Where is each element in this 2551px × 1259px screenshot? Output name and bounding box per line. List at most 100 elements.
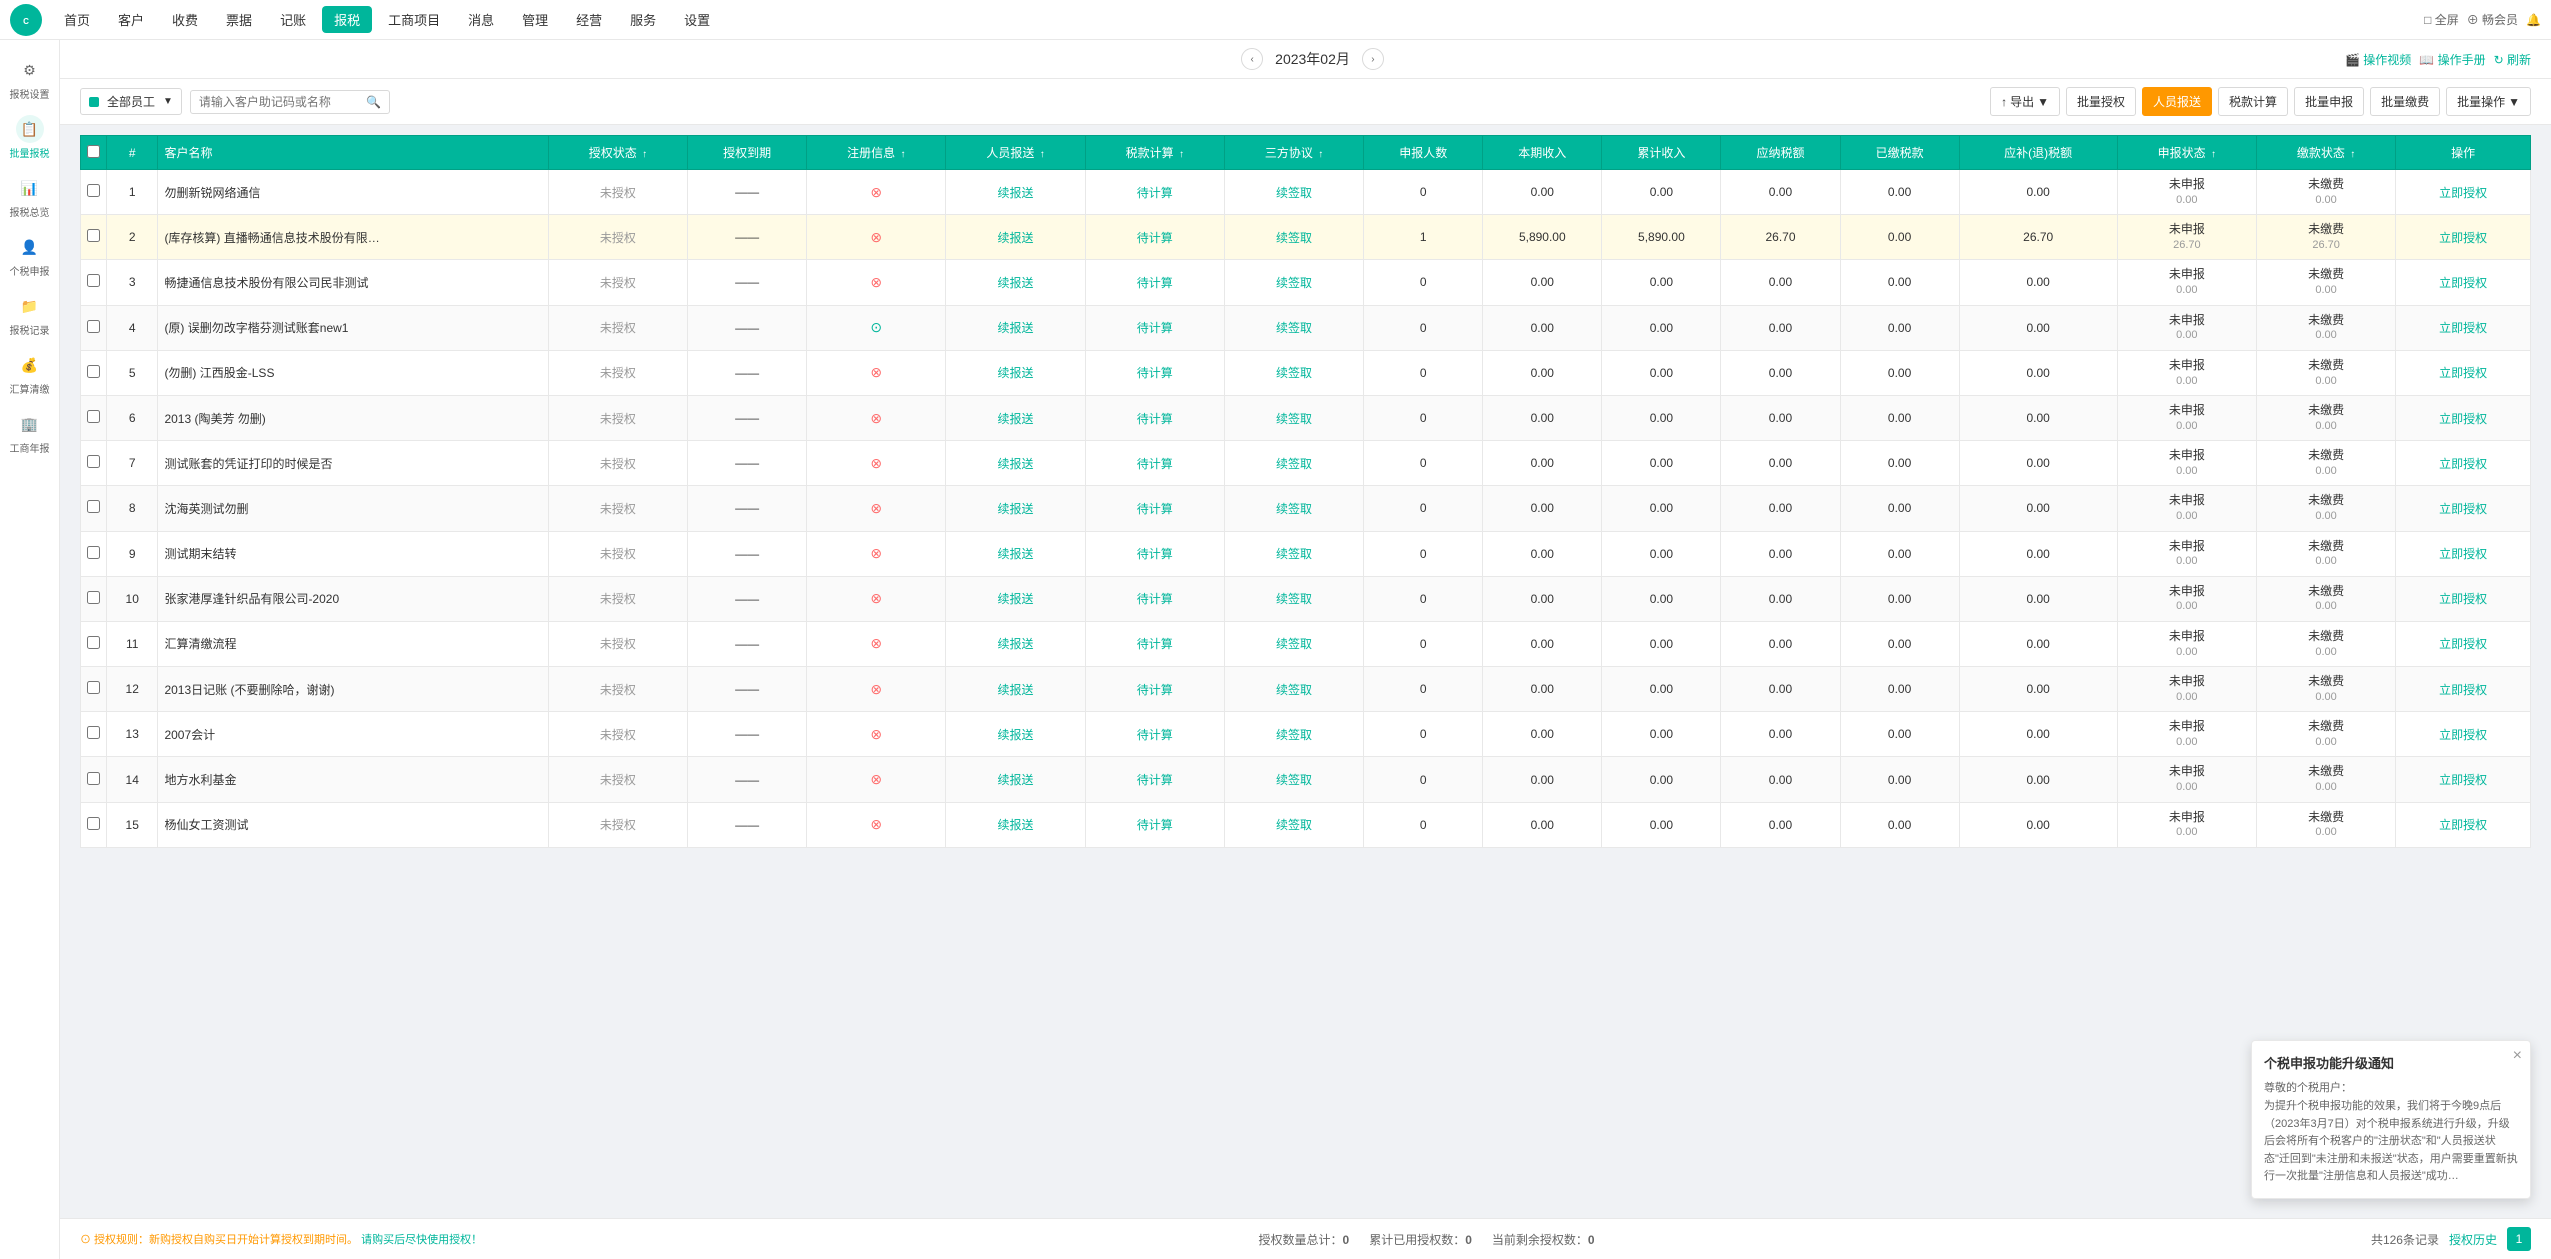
select-all-checkbox[interactable]	[87, 145, 100, 158]
sidebar-item-tax-records[interactable]: 📁 报税记录	[4, 286, 56, 343]
auth-action-btn[interactable]: 立即授权	[2435, 362, 2491, 383]
auth-action-btn[interactable]: 立即授权	[2435, 633, 2491, 654]
nav-customer[interactable]: 客户	[106, 6, 156, 33]
row-checkbox-14[interactable]	[87, 772, 100, 785]
person-report-btn[interactable]: 人员报送	[2142, 87, 2212, 116]
row-checkbox-13[interactable]	[87, 726, 100, 739]
next-period-btn[interactable]: ›	[1362, 48, 1384, 70]
nav-home[interactable]: 首页	[52, 6, 102, 33]
row-auth-status: 未授权	[548, 305, 687, 350]
row-tax-diff: 0.00	[1959, 576, 2117, 621]
nav-settings[interactable]: 设置	[672, 6, 722, 33]
row-checkbox-cell	[81, 802, 107, 847]
period-bar: ‹ 2023年02月 › 🎬 操作视频 📖 操作手册 ↻ 刷新	[60, 40, 2551, 79]
sidebar-item-tax-overview[interactable]: 📊 报税总览	[4, 168, 56, 225]
nav-tax[interactable]: 报税	[322, 6, 372, 33]
export-btn[interactable]: ↑ 导出 ▼	[1990, 87, 2060, 116]
nav-service[interactable]: 服务	[618, 6, 668, 33]
prev-period-btn[interactable]: ‹	[1241, 48, 1263, 70]
row-checkbox-1[interactable]	[87, 184, 100, 197]
row-checkbox-7[interactable]	[87, 455, 100, 468]
sidebar-item-annual-report[interactable]: 🏢 工商年报	[4, 404, 56, 461]
row-checkbox-4[interactable]	[87, 320, 100, 333]
row-checkbox-2[interactable]	[87, 229, 100, 242]
auth-action-btn[interactable]: 立即授权	[2435, 588, 2491, 609]
sidebar-item-tax-settings[interactable]: ⚙ 报税设置	[4, 50, 56, 107]
row-checkbox-12[interactable]	[87, 681, 100, 694]
search-icon[interactable]: 🔍	[366, 95, 381, 109]
page-1-btn[interactable]: 1	[2507, 1227, 2531, 1251]
notification-close-btn[interactable]: ×	[2513, 1047, 2522, 1065]
batch-auth-btn[interactable]: 批量授权	[2066, 87, 2136, 116]
col-person-report[interactable]: 人员报送 ↑	[946, 136, 1085, 170]
row-checkbox-10[interactable]	[87, 591, 100, 604]
fullscreen-btn[interactable]: □ 全屏	[2424, 11, 2459, 28]
operation-manual-link[interactable]: 📖 操作手册	[2419, 51, 2485, 68]
data-table: # 客户名称 授权状态 ↑ 授权到期 注册信息 ↑ 人员报送 ↑ 税款计算 ↑ …	[80, 135, 2531, 848]
sidebar-item-personal-tax[interactable]: 👤 个税申报	[4, 227, 56, 284]
sidebar-label-tax-records: 报税记录	[10, 322, 50, 337]
row-checkbox-8[interactable]	[87, 500, 100, 513]
auth-action-btn[interactable]: 立即授权	[2435, 679, 2491, 700]
row-report-status: 未申报0.00	[2117, 802, 2256, 847]
row-applicants: 0	[1364, 621, 1483, 666]
col-reg-info[interactable]: 注册信息 ↑	[807, 136, 946, 170]
tax-calc-btn[interactable]: 税款计算	[2218, 87, 2288, 116]
search-input[interactable]	[199, 95, 362, 109]
auth-action-btn[interactable]: 立即授权	[2435, 408, 2491, 429]
notification-bell[interactable]: 🔔	[2526, 13, 2541, 27]
row-triparty: 续签取	[1224, 667, 1363, 712]
row-current-income: 0.00	[1483, 350, 1602, 395]
col-pay-status[interactable]: 缴款状态 ↑	[2256, 136, 2395, 170]
auth-action-btn[interactable]: 立即授权	[2435, 814, 2491, 835]
row-checkbox-15[interactable]	[87, 817, 100, 830]
col-auth-status[interactable]: 授权状态 ↑	[548, 136, 687, 170]
nav-billing[interactable]: 收费	[160, 6, 210, 33]
employee-filter-select[interactable]: 全部员工 ▼	[80, 88, 182, 115]
auth-action-btn[interactable]: 立即授权	[2435, 453, 2491, 474]
batch-report-btn[interactable]: 批量申报	[2294, 87, 2364, 116]
auth-action-btn[interactable]: 立即授权	[2435, 182, 2491, 203]
row-tax-calc: 待计算	[1085, 441, 1224, 486]
nav-business[interactable]: 工商项目	[376, 6, 452, 33]
nav-management[interactable]: 管理	[510, 6, 560, 33]
auth-history-link[interactable]: 授权历史	[2449, 1231, 2497, 1248]
nav-invoice[interactable]: 票据	[214, 6, 264, 33]
auth-action-btn[interactable]: 立即授权	[2435, 724, 2491, 745]
row-pay-status: 未缴费0.00	[2256, 757, 2395, 802]
auth-action-btn[interactable]: 立即授权	[2435, 227, 2491, 248]
nav-message[interactable]: 消息	[456, 6, 506, 33]
nav-bookkeeping[interactable]: 记账	[268, 6, 318, 33]
col-applicants: 申报人数	[1364, 136, 1483, 170]
row-checkbox-11[interactable]	[87, 636, 100, 649]
row-total-income: 0.00	[1602, 621, 1721, 666]
row-checkbox-9[interactable]	[87, 546, 100, 559]
col-triparty[interactable]: 三方协议 ↑	[1224, 136, 1363, 170]
auth-action-btn[interactable]: 立即授权	[2435, 769, 2491, 790]
row-action: 立即授权	[2396, 170, 2531, 215]
batch-action-btn[interactable]: 批量操作 ▼	[2446, 87, 2531, 116]
row-name: 汇算清缴流程	[158, 621, 548, 666]
sidebar-item-batch-tax[interactable]: 📋 批量报税	[4, 109, 56, 166]
refresh-btn[interactable]: ↻ 刷新	[2494, 51, 2531, 68]
row-checkbox-6[interactable]	[87, 410, 100, 423]
col-tax-calc[interactable]: 税款计算 ↑	[1085, 136, 1224, 170]
row-auth-status: 未授权	[548, 712, 687, 757]
operation-video-link[interactable]: 🎬 操作视频	[2345, 51, 2411, 68]
auth-action-btn[interactable]: 立即授权	[2435, 272, 2491, 293]
auth-action-btn[interactable]: 立即授权	[2435, 543, 2491, 564]
member-btn[interactable]: ⊕ 畅会员	[2467, 11, 2518, 28]
nav-operations[interactable]: 经营	[564, 6, 614, 33]
row-person-report: 续报送	[946, 441, 1085, 486]
row-action: 立即授权	[2396, 215, 2531, 260]
auth-action-btn[interactable]: 立即授权	[2435, 317, 2491, 338]
row-checkbox-cell	[81, 395, 107, 440]
row-checkbox-3[interactable]	[87, 274, 100, 287]
batch-pay-btn[interactable]: 批量缴费	[2370, 87, 2440, 116]
purchase-link[interactable]: 请购买后尽快使用授权！	[361, 1234, 482, 1246]
auth-action-btn[interactable]: 立即授权	[2435, 498, 2491, 519]
sidebar-item-annual-settlement[interactable]: 💰 汇算清缴	[4, 345, 56, 402]
table-row: 7 测试账套的凭证打印的时候是否 未授权 —— ⊗ 续报送 待计算 续签取 0 …	[81, 441, 2531, 486]
col-report-status[interactable]: 申报状态 ↑	[2117, 136, 2256, 170]
row-checkbox-5[interactable]	[87, 365, 100, 378]
